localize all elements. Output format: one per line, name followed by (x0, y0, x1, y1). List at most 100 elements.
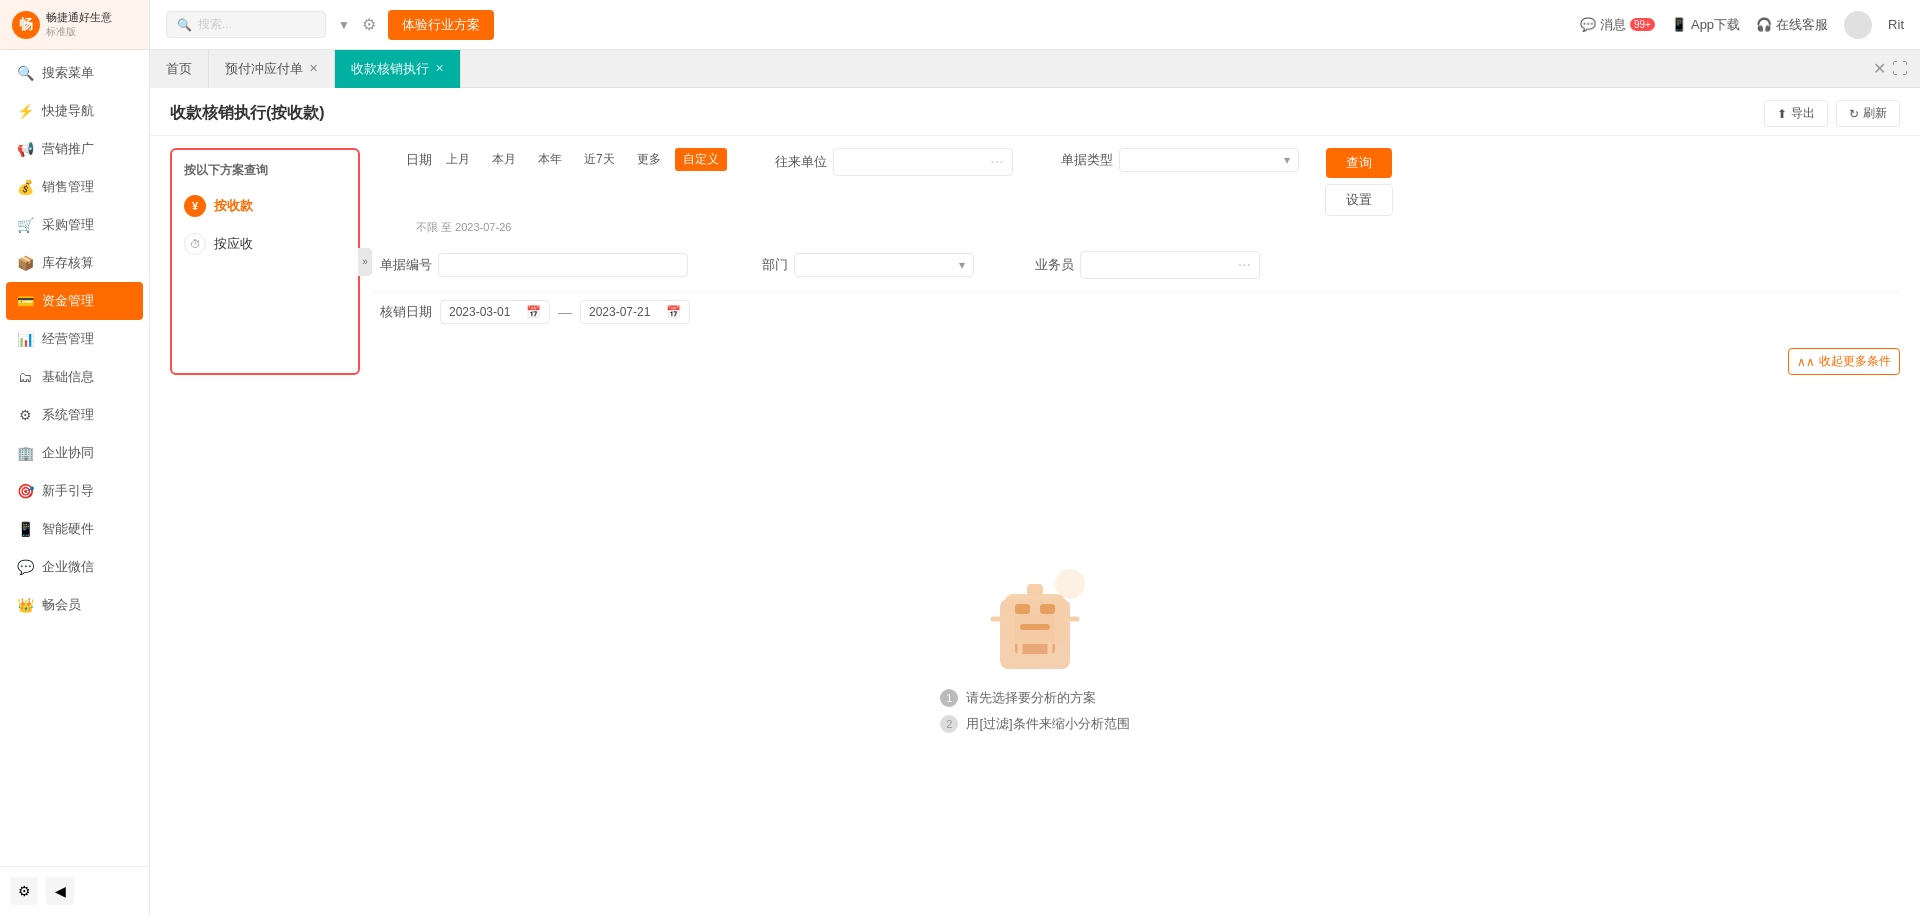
page-content: 收款核销执行(按收款) ⬆ 导出 ↻ 刷新 按以下方案查询 (150, 88, 1920, 915)
partner-select[interactable]: ··· (833, 148, 1013, 176)
order-type-label: 单据类型 (1053, 151, 1113, 169)
tab-收款核销执行[interactable]: 收款核销执行✕ (335, 50, 461, 88)
nav-icon: ⚙ (16, 407, 34, 423)
tip-num-2: 2 (940, 715, 958, 733)
tab-close-icon[interactable]: ✕ (435, 62, 444, 75)
sidebar-item-资金管理[interactable]: 💳资金管理 (6, 282, 143, 320)
verify-date-row: 核销日期 2023-03-01 📅 — 2023-07-21 📅 (372, 291, 1900, 332)
order-no-label: 单据编号 (372, 256, 432, 274)
custom-date-btn[interactable]: 自定义 (675, 148, 727, 171)
this-month-btn[interactable]: 本月 (484, 148, 524, 171)
nav-label: 企业协同 (42, 444, 94, 462)
filter-option-receipt-label: 按收款 (214, 197, 253, 215)
topbar-gear-icon[interactable]: ⚙ (362, 15, 376, 34)
tab-label: 首页 (166, 60, 192, 78)
sidebar-item-采购管理[interactable]: 🛒采购管理 (0, 206, 149, 244)
partner-label: 往来单位 (767, 153, 827, 171)
expand-window-btn[interactable]: ⛶ (1892, 60, 1908, 78)
nav-label: 新手引导 (42, 482, 94, 500)
app-download-btn[interactable]: 📱 App下载 (1671, 16, 1740, 34)
sidebar-item-畅会员[interactable]: 👑畅会员 (0, 586, 149, 624)
search-placeholder-text: 搜索... (198, 16, 232, 33)
main-content: 🔍 搜索... ▼ ⚙ 体验行业方案 💬 消息 99+ 📱 App下载 🎧 在线… (150, 0, 1920, 915)
page-title: 收款核销执行(按收款) (170, 103, 325, 124)
sidebar-item-企业协同[interactable]: 🏢 企业协同 (0, 434, 149, 472)
collapse-panel-arrow[interactable]: » (358, 248, 372, 276)
nav-label: 基础信息 (42, 368, 94, 386)
topbar-search-box[interactable]: 🔍 搜索... (166, 11, 326, 38)
calendar-icon-from: 📅 (526, 305, 541, 319)
tabbar: 首页预付冲应付单✕收款核销执行✕✕⛶ (150, 50, 1920, 88)
sidebar-item-企业微信[interactable]: 💬企业微信 (0, 548, 149, 586)
message-btn[interactable]: 💬 消息 99+ (1580, 16, 1655, 34)
sidebar-item-新手引导[interactable]: 🎯 新手引导 (0, 472, 149, 510)
order-no-input[interactable] (438, 253, 688, 277)
query-button[interactable]: 查询 (1326, 148, 1392, 178)
filter-left-panel: 按以下方案查询 ¥ 按收款 ⏱ 按应收 » (170, 148, 360, 375)
sidebar-item-库存核算[interactable]: 📦库存核算 (0, 244, 149, 282)
refresh-label: 刷新 (1863, 105, 1887, 122)
nav-icon: 🎯 (16, 483, 34, 499)
filter-option-by-receipt[interactable]: ¥ 按收款 (172, 187, 358, 225)
topbar: 🔍 搜索... ▼ ⚙ 体验行业方案 💬 消息 99+ 📱 App下载 🎧 在线… (150, 0, 1920, 50)
nav-icon: 🛒 (16, 217, 34, 233)
filter-right-form: 日期 上月 本月 本年 近7天 更多 自定义 (372, 148, 1900, 375)
empty-tip-1: 1 请先选择要分析的方案 (940, 689, 1129, 707)
verify-date-from-input[interactable]: 2023-03-01 📅 (440, 300, 550, 324)
nav-icon: 📢 (16, 141, 34, 157)
settings-bottom-icon[interactable]: ⚙ (10, 877, 38, 905)
filter-actions: 查询 设置 (1319, 148, 1399, 216)
nav-icon: 💬 (16, 559, 34, 575)
close-window-btn[interactable]: ✕ (1873, 59, 1886, 78)
verify-date-to-input[interactable]: 2023-07-21 📅 (580, 300, 690, 324)
tab-首页[interactable]: 首页 (150, 50, 209, 88)
tip-num-1: 1 (940, 689, 958, 707)
message-icon: 💬 (1580, 17, 1596, 32)
verify-date-label: 核销日期 (372, 303, 432, 321)
solution-button[interactable]: 体验行业方案 (388, 10, 494, 40)
refresh-icon: ↻ (1849, 107, 1859, 121)
nav-label: 营销推广 (42, 140, 94, 158)
online-service-btn[interactable]: 🎧 在线客服 (1756, 16, 1828, 34)
refresh-button[interactable]: ↻ 刷新 (1836, 100, 1900, 127)
collapse-more-button[interactable]: ∧∧ 收起更多条件 (1788, 348, 1900, 375)
staff-select[interactable]: ··· (1080, 251, 1260, 279)
user-avatar[interactable] (1844, 11, 1872, 39)
order-type-select[interactable]: ▾ (1119, 148, 1299, 172)
sidebar-item-智能硬件[interactable]: 📱智能硬件 (0, 510, 149, 548)
topbar-right: 💬 消息 99+ 📱 App下载 🎧 在线客服 Rit (1580, 11, 1904, 39)
svg-rect-4 (1027, 584, 1043, 596)
search-icon: 🔍 (177, 18, 192, 32)
tab-预付冲应付单[interactable]: 预付冲应付单✕ (209, 50, 335, 88)
tab-close-icon[interactable]: ✕ (309, 62, 318, 75)
department-arrow: ▾ (959, 258, 965, 272)
collapse-chevron-icon: ∧∧ (1797, 355, 1815, 369)
verify-date-from-value: 2023-03-01 (449, 305, 510, 319)
date-label: 日期 (372, 151, 432, 169)
logo-version: 标准版 (46, 25, 112, 39)
last-month-btn[interactable]: 上月 (438, 148, 478, 171)
sidebar-item-营销推广[interactable]: 📢 营销推广 (0, 130, 149, 168)
last-7days-btn[interactable]: 近7天 (576, 148, 623, 171)
nav-label: 快捷导航 (42, 102, 94, 120)
nav-label: 系统管理 (42, 406, 94, 424)
sidebar-item-经营管理[interactable]: 📊经营管理 (0, 320, 149, 358)
page-actions: ⬆ 导出 ↻ 刷新 (1764, 100, 1900, 127)
sidebar-item-快捷导航[interactable]: ⚡快捷导航 (0, 92, 149, 130)
department-select[interactable]: ▾ (794, 253, 974, 277)
filter-settings-button[interactable]: 设置 (1325, 184, 1393, 216)
more-date-btn[interactable]: 更多 (629, 148, 669, 171)
logo-name: 畅捷通好生意 (46, 10, 112, 24)
filter-option-by-receivable[interactable]: ⏱ 按应收 (172, 225, 358, 263)
this-year-btn[interactable]: 本年 (530, 148, 570, 171)
sidebar-item-系统管理[interactable]: ⚙ 系统管理 (0, 396, 149, 434)
export-button[interactable]: ⬆ 导出 (1764, 100, 1828, 127)
svg-rect-0 (1005, 594, 1065, 644)
nav-icon: 🏢 (16, 445, 34, 461)
sidebar-item-搜索菜单[interactable]: 🔍搜索菜单 (0, 54, 149, 92)
app-download-label: App下载 (1691, 16, 1740, 34)
sidebar-item-基础信息[interactable]: 🗂基础信息 (0, 358, 149, 396)
topbar-dropdown-arrow[interactable]: ▼ (338, 18, 350, 32)
collapse-sidebar-icon[interactable]: ◀ (46, 877, 74, 905)
sidebar-item-销售管理[interactable]: 💰销售管理 (0, 168, 149, 206)
